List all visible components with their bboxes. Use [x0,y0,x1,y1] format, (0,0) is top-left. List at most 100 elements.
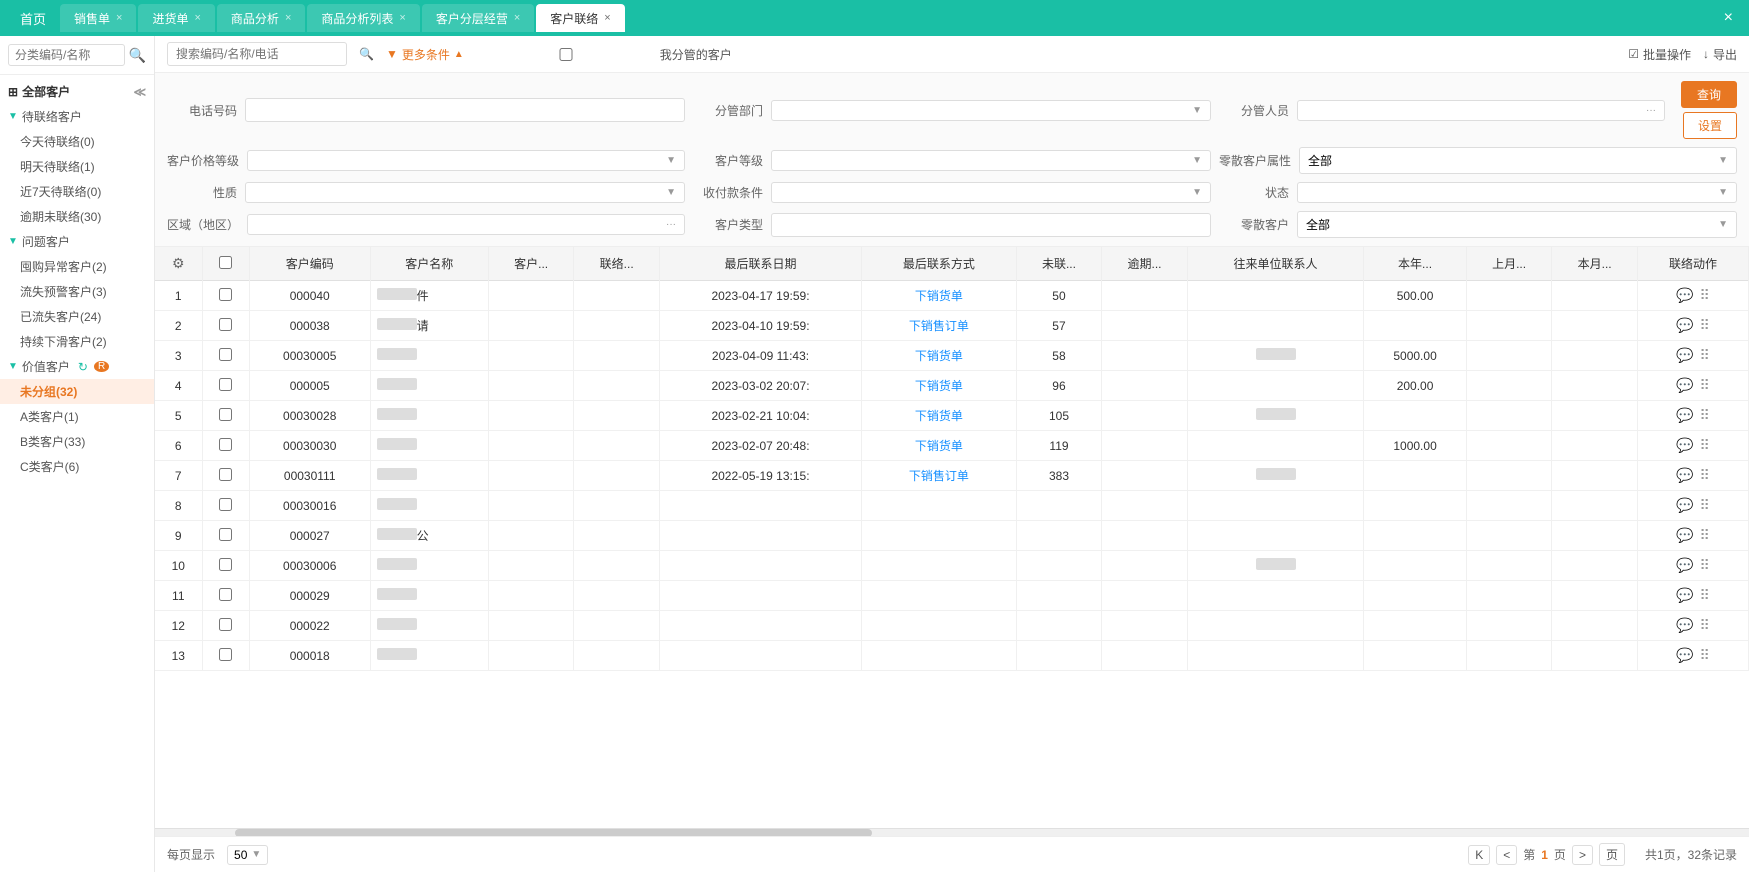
td-checkbox[interactable] [202,521,249,551]
sidebar-search-input[interactable] [8,44,125,66]
contact-phone-icon[interactable]: 💬 [1676,527,1693,544]
more-action-icon[interactable]: ⠿ [1700,287,1710,304]
reset-button[interactable]: 设置 [1683,112,1737,139]
sidebar-item-abnormal[interactable]: 囤购异常客户(2) [0,254,154,279]
more-action-icon[interactable]: ⠿ [1700,317,1710,334]
tab-customer-contact[interactable]: 客户联络 × [536,4,624,32]
nav-home[interactable]: 首页 [8,9,58,28]
row-checkbox[interactable] [219,318,232,331]
my-customers-check[interactable]: 我分管的客户 [476,46,732,63]
sidebar-group-problem[interactable]: ▼ 问题客户 [0,229,154,254]
contact-phone-icon[interactable]: 💬 [1676,617,1693,634]
td-checkbox[interactable] [202,611,249,641]
tab-sales-close[interactable]: × [116,12,122,24]
sidebar-item-class-b[interactable]: B类客户(33) [0,429,154,454]
last-contact-link[interactable]: 下销货单 [915,349,963,363]
tab-analysis-list[interactable]: 商品分析列表 × [307,4,419,32]
tab-customer-layer-close[interactable]: × [514,12,520,24]
horizontal-scrollbar[interactable] [155,828,1749,836]
retail-select[interactable]: 全部 ▼ [1297,211,1737,238]
more-filters-btn[interactable]: ▼ 更多条件 ▲ [386,46,464,63]
customer-level-select[interactable]: ▼ [771,150,1211,171]
row-checkbox[interactable] [219,588,232,601]
search-bar-icon[interactable]: 🔍 [359,47,374,61]
contact-phone-icon[interactable]: 💬 [1676,287,1693,304]
sidebar-group-pending[interactable]: ▼ 待联络客户 [0,104,154,129]
more-action-icon[interactable]: ⠿ [1700,467,1710,484]
phone-input[interactable] [245,98,685,122]
more-action-icon[interactable]: ⠿ [1700,647,1710,664]
sidebar-item-declining[interactable]: 持续下滑客户(2) [0,329,154,354]
payment-select[interactable]: ▼ [771,182,1211,203]
td-checkbox[interactable] [202,281,249,311]
row-checkbox[interactable] [219,648,232,661]
page-size-selector[interactable]: 50 ▼ [227,845,268,865]
contact-phone-icon[interactable]: 💬 [1676,467,1693,484]
sidebar-item-churned[interactable]: 已流失客户(24) [0,304,154,329]
sidebar-item-overdue[interactable]: 逾期未联络(30) [0,204,154,229]
row-checkbox[interactable] [219,438,232,451]
td-checkbox[interactable] [202,341,249,371]
tab-customer-layer[interactable]: 客户分层经营 × [422,4,534,32]
contact-phone-icon[interactable]: 💬 [1676,647,1693,664]
export-btn[interactable]: ↓ 导出 [1703,46,1737,63]
search-button[interactable]: 查询 [1681,81,1737,108]
th-settings[interactable]: ⚙ [155,247,202,281]
search-input[interactable] [167,42,347,66]
contact-phone-icon[interactable]: 💬 [1676,587,1693,604]
contact-phone-icon[interactable]: 💬 [1676,317,1693,334]
sidebar-search-icon[interactable]: 🔍 [129,47,146,64]
row-checkbox[interactable] [219,558,232,571]
contact-phone-icon[interactable]: 💬 [1676,497,1693,514]
row-checkbox[interactable] [219,618,232,631]
more-action-icon[interactable]: ⠿ [1700,527,1710,544]
td-checkbox[interactable] [202,401,249,431]
refresh-icon[interactable]: ↻ [78,360,88,374]
all-customers-header[interactable]: ⊞ 全部客户 ≪ [0,75,154,104]
tab-purchase[interactable]: 进货单 × [138,4,214,32]
more-action-icon[interactable]: ⠿ [1700,377,1710,394]
nature-select[interactable]: ▼ [245,182,685,203]
td-checkbox[interactable] [202,491,249,521]
row-checkbox[interactable] [219,378,232,391]
price-level-select[interactable]: ▼ [247,150,685,171]
close-all-tabs[interactable]: × [1716,9,1741,27]
last-contact-link[interactable]: 下销货单 [915,289,963,303]
last-contact-link[interactable]: 下销售订单 [909,469,969,483]
td-checkbox[interactable] [202,431,249,461]
last-contact-link[interactable]: 下销货单 [915,379,963,393]
row-checkbox[interactable] [219,348,232,361]
contact-phone-icon[interactable]: 💬 [1676,407,1693,424]
first-page-btn[interactable]: K [1468,845,1490,865]
td-checkbox[interactable] [202,641,249,671]
more-action-icon[interactable]: ⠿ [1700,407,1710,424]
retail-attr-select[interactable]: 全部 ▼ [1299,147,1737,174]
row-checkbox[interactable] [219,498,232,511]
prev-page-btn[interactable]: < [1496,845,1517,865]
contact-phone-icon[interactable]: 💬 [1676,557,1693,574]
more-action-icon[interactable]: ⠿ [1700,587,1710,604]
last-contact-link[interactable]: 下销售订单 [909,319,969,333]
td-checkbox[interactable] [202,551,249,581]
last-contact-link[interactable]: 下销货单 [915,409,963,423]
my-customers-checkbox[interactable] [476,48,656,61]
row-checkbox[interactable] [219,288,232,301]
tab-analysis-list-close[interactable]: × [399,12,405,24]
th-checkbox[interactable] [202,247,249,281]
more-action-icon[interactable]: ⠿ [1700,437,1710,454]
contact-phone-icon[interactable]: 💬 [1676,377,1693,394]
contact-phone-icon[interactable]: 💬 [1676,437,1693,454]
tab-sales[interactable]: 销售单 × [60,4,136,32]
tab-purchase-close[interactable]: × [194,12,200,24]
batch-op-btn[interactable]: ☑ 批量操作 [1628,46,1691,63]
contact-phone-icon[interactable]: 💬 [1676,347,1693,364]
tab-analysis-close[interactable]: × [285,12,291,24]
dept-select[interactable]: ▼ [771,100,1211,121]
settings-icon[interactable]: ⚙ [172,255,185,271]
td-checkbox[interactable] [202,581,249,611]
more-action-icon[interactable]: ⠿ [1700,347,1710,364]
more-action-icon[interactable]: ⠿ [1700,557,1710,574]
more-action-icon[interactable]: ⠿ [1700,617,1710,634]
sidebar-group-value[interactable]: ▼ 价值客户 ↻ R [0,354,154,379]
more-action-icon[interactable]: ⠿ [1700,497,1710,514]
